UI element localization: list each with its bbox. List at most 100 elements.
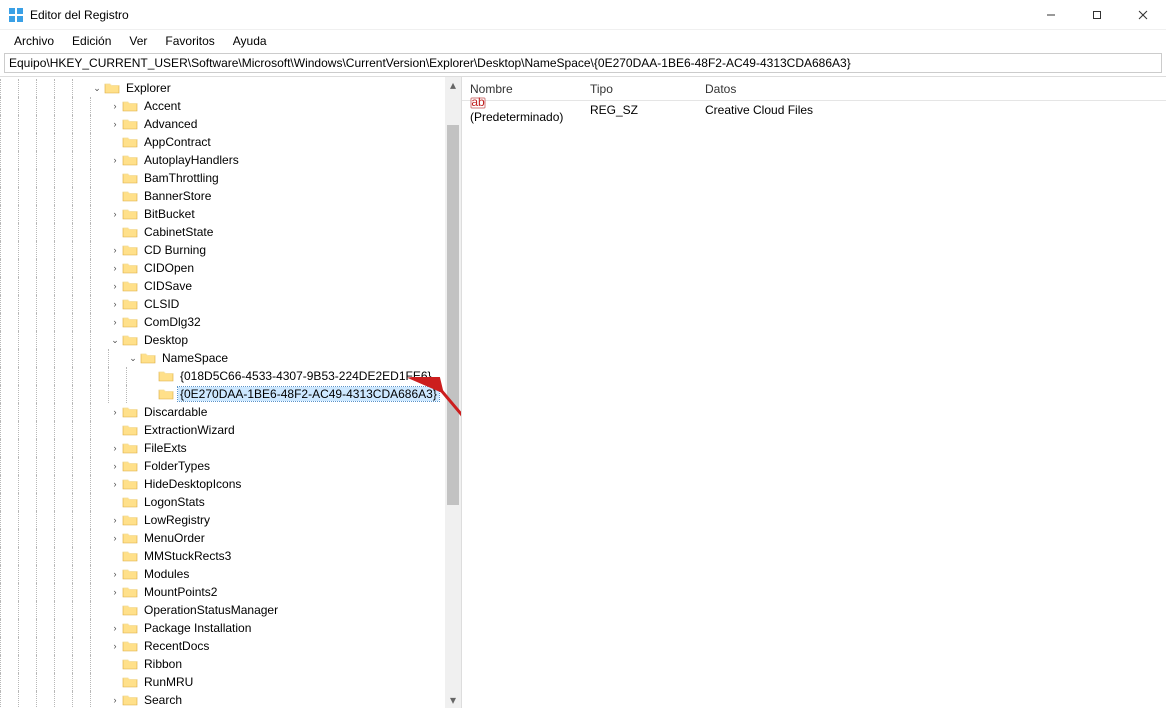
tree-item[interactable]: CabinetState — [0, 223, 461, 241]
registry-tree[interactable]: ⌄ Explorer ›Accent›AdvancedAppContract›Aut… — [0, 77, 461, 708]
twisty-none — [108, 225, 122, 239]
menu-edicion[interactable]: Edición — [64, 32, 119, 50]
tree-item[interactable]: ›BitBucket — [0, 205, 461, 223]
tree-item[interactable]: › Search — [0, 691, 461, 708]
tree-item[interactable]: ›RecentDocs — [0, 637, 461, 655]
maximize-button[interactable] — [1074, 0, 1120, 29]
chevron-right-icon[interactable]: › — [108, 441, 122, 455]
tree-item[interactable]: ›Advanced — [0, 115, 461, 133]
tree-item[interactable]: ›CIDOpen — [0, 259, 461, 277]
chevron-right-icon[interactable]: › — [108, 405, 122, 419]
tree-item-guid[interactable]: {018D5C66-4533-4307-9B53-224DE2ED1FE6} — [0, 367, 461, 385]
column-tipo[interactable]: Tipo — [582, 77, 697, 100]
tree-item[interactable]: ›Accent — [0, 97, 461, 115]
chevron-right-icon[interactable]: › — [108, 99, 122, 113]
close-button[interactable] — [1120, 0, 1166, 29]
chevron-right-icon[interactable]: › — [108, 297, 122, 311]
scroll-up-icon[interactable]: ▴ — [445, 77, 461, 93]
tree-item-label: Discardable — [142, 405, 209, 419]
tree-item-label: MenuOrder — [142, 531, 207, 545]
twisty-none — [108, 171, 122, 185]
tree-item[interactable]: ›AutoplayHandlers — [0, 151, 461, 169]
chevron-down-icon[interactable]: ⌄ — [90, 81, 104, 95]
chevron-right-icon[interactable]: › — [108, 567, 122, 581]
chevron-right-icon[interactable]: › — [108, 477, 122, 491]
chevron-right-icon[interactable]: › — [108, 639, 122, 653]
menu-archivo[interactable]: Archivo — [6, 32, 62, 50]
tree-item[interactable]: MMStuckRects3 — [0, 547, 461, 565]
folder-icon — [122, 117, 138, 131]
tree-item[interactable]: ›MountPoints2 — [0, 583, 461, 601]
chevron-right-icon[interactable]: › — [108, 621, 122, 635]
tree-item[interactable]: › CLSID — [0, 295, 461, 313]
scroll-thumb[interactable] — [447, 125, 459, 505]
chevron-right-icon[interactable]: › — [108, 693, 122, 707]
tree-item-label: Desktop — [142, 333, 190, 347]
tree-item[interactable]: ›Modules — [0, 565, 461, 583]
tree-item[interactable]: ›ComDlg32 — [0, 313, 461, 331]
tree-item[interactable]: BannerStore — [0, 187, 461, 205]
value-data: Creative Cloud Files — [697, 103, 1166, 117]
tree-item-label: MMStuckRects3 — [142, 549, 233, 563]
tree-item[interactable]: ›FolderTypes — [0, 457, 461, 475]
minimize-button[interactable] — [1028, 0, 1074, 29]
tree-item[interactable]: AppContract — [0, 133, 461, 151]
chevron-right-icon[interactable]: › — [108, 585, 122, 599]
chevron-right-icon[interactable]: › — [108, 153, 122, 167]
folder-icon — [122, 423, 138, 437]
chevron-right-icon[interactable]: › — [108, 315, 122, 329]
menu-ayuda[interactable]: Ayuda — [225, 32, 275, 50]
tree-scrollbar[interactable]: ▴ ▾ — [445, 77, 461, 708]
tree-item-explorer[interactable]: ⌄ Explorer — [0, 79, 461, 97]
chevron-down-icon[interactable]: ⌄ — [108, 333, 122, 347]
tree-item[interactable]: ›CD Burning — [0, 241, 461, 259]
folder-icon — [122, 171, 138, 185]
tree-item-label: ExtractionWizard — [142, 423, 237, 437]
chevron-right-icon[interactable]: › — [108, 513, 122, 527]
tree-item-guid[interactable]: {0E270DAA-1BE6-48F2-AC49-4313CDA686A3} — [0, 385, 461, 403]
folder-icon — [104, 81, 120, 95]
chevron-right-icon[interactable]: › — [108, 261, 122, 275]
tree-item-label: CLSID — [142, 297, 181, 311]
tree-item[interactable]: › HideDesktopIcons — [0, 475, 461, 493]
tree-item-label: {0E270DAA-1BE6-48F2-AC49-4313CDA686A3} — [178, 387, 439, 401]
tree-item-desktop[interactable]: ⌄ Desktop — [0, 331, 461, 349]
value-row[interactable]: ab(Predeterminado)REG_SZCreative Cloud F… — [462, 101, 1166, 119]
titlebar: Editor del Registro — [0, 0, 1166, 30]
tree-item[interactable]: › Discardable — [0, 403, 461, 421]
tree-item-label: Search — [142, 693, 184, 707]
folder-icon — [122, 405, 138, 419]
chevron-right-icon[interactable]: › — [108, 531, 122, 545]
folder-icon — [122, 675, 138, 689]
tree-item[interactable]: ›FileExts — [0, 439, 461, 457]
tree-item[interactable]: ExtractionWizard — [0, 421, 461, 439]
tree-item[interactable]: › MenuOrder — [0, 529, 461, 547]
folder-icon — [122, 513, 138, 527]
tree-item[interactable]: RunMRU — [0, 673, 461, 691]
tree-item-label: HideDesktopIcons — [142, 477, 243, 491]
chevron-down-icon[interactable]: ⌄ — [126, 351, 140, 365]
tree-item[interactable]: Ribbon — [0, 655, 461, 673]
chevron-right-icon[interactable]: › — [108, 243, 122, 257]
chevron-right-icon[interactable]: › — [108, 279, 122, 293]
folder-icon — [122, 99, 138, 113]
menu-favoritos[interactable]: Favoritos — [157, 32, 222, 50]
chevron-right-icon[interactable]: › — [108, 459, 122, 473]
tree-item[interactable]: LogonStats — [0, 493, 461, 511]
tree-item[interactable]: ›Package Installation — [0, 619, 461, 637]
tree-item-label: Explorer — [124, 81, 173, 95]
tree-item[interactable]: ›CIDSave — [0, 277, 461, 295]
tree-item[interactable]: ›LowRegistry — [0, 511, 461, 529]
address-input[interactable] — [4, 53, 1162, 73]
chevron-right-icon[interactable]: › — [108, 117, 122, 131]
tree-item[interactable]: BamThrottling — [0, 169, 461, 187]
chevron-right-icon[interactable]: › — [108, 207, 122, 221]
menu-ver[interactable]: Ver — [121, 32, 155, 50]
app-icon — [8, 7, 24, 23]
column-datos[interactable]: Datos — [697, 77, 1166, 100]
tree-item[interactable]: OperationStatusManager — [0, 601, 461, 619]
tree-pane: ⌄ Explorer ›Accent›AdvancedAppContract›Aut… — [0, 77, 462, 708]
folder-icon — [122, 261, 138, 275]
scroll-down-icon[interactable]: ▾ — [445, 692, 461, 708]
tree-item-namespace[interactable]: ⌄NameSpace — [0, 349, 461, 367]
